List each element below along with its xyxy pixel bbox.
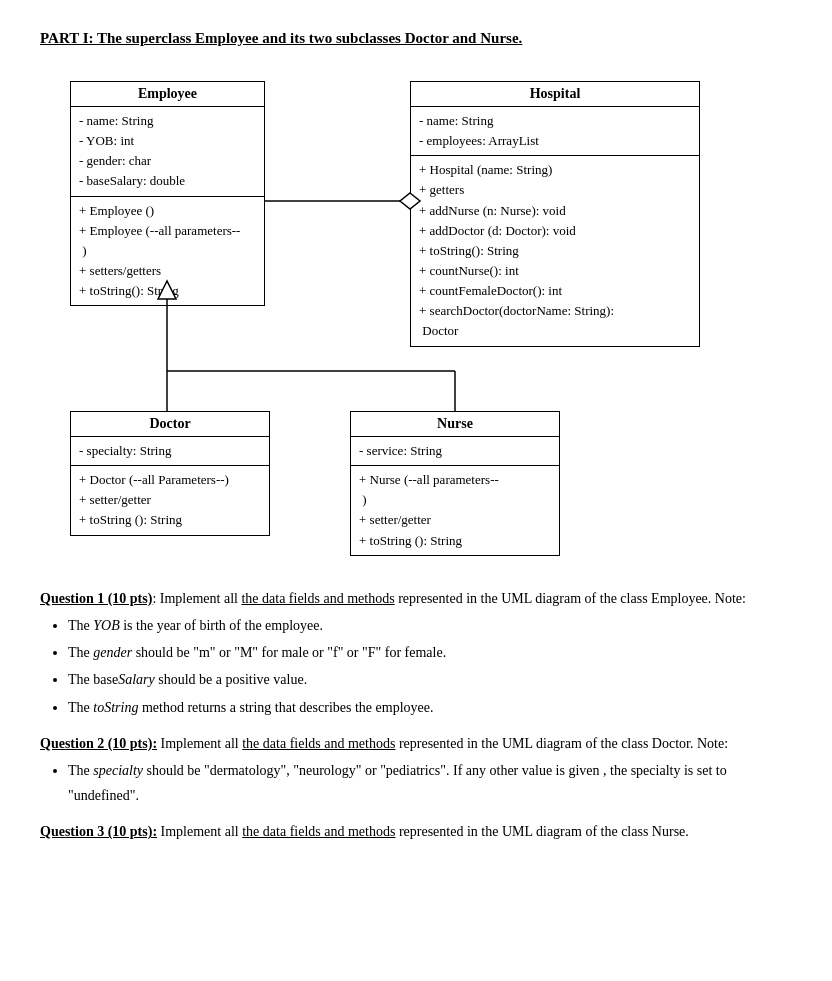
q1-intro: Question 1 (10 pts): Implement all the d… bbox=[40, 591, 792, 607]
uml-diagram: Employee - name: String - YOB: int - gen… bbox=[40, 71, 780, 581]
uml-connectors bbox=[40, 71, 780, 581]
q1-bullet-1: The YOB is the year of birth of the empl… bbox=[68, 613, 792, 638]
q2-bullets: The specialty should be "dermatology", "… bbox=[68, 758, 792, 808]
q1-bullet-4: The toString method returns a string tha… bbox=[68, 695, 792, 720]
question-2: Question 2 (10 pts): Implement all the d… bbox=[40, 736, 792, 808]
q3-label: Question 3 (10 pts): bbox=[40, 824, 157, 839]
svg-marker-6 bbox=[400, 193, 420, 209]
q1-label: Question 1 (10 pts) bbox=[40, 591, 152, 606]
q2-intro: Question 2 (10 pts): Implement all the d… bbox=[40, 736, 792, 752]
question-3: Question 3 (10 pts): Implement all the d… bbox=[40, 824, 792, 840]
svg-marker-4 bbox=[158, 281, 176, 299]
questions-section: Question 1 (10 pts): Implement all the d… bbox=[40, 591, 792, 840]
question-1: Question 1 (10 pts): Implement all the d… bbox=[40, 591, 792, 720]
q2-bullet-1: The specialty should be "dermatology", "… bbox=[68, 758, 792, 808]
q3-intro: Question 3 (10 pts): Implement all the d… bbox=[40, 824, 792, 840]
q1-bullet-2: The gender should be "m" or "M" for male… bbox=[68, 640, 792, 665]
page-title: PART I: The superclass Employee and its … bbox=[40, 30, 792, 47]
q2-label: Question 2 (10 pts): bbox=[40, 736, 157, 751]
q1-bullet-3: The baseSalary should be a positive valu… bbox=[68, 667, 792, 692]
q1-bullets: The YOB is the year of birth of the empl… bbox=[68, 613, 792, 720]
